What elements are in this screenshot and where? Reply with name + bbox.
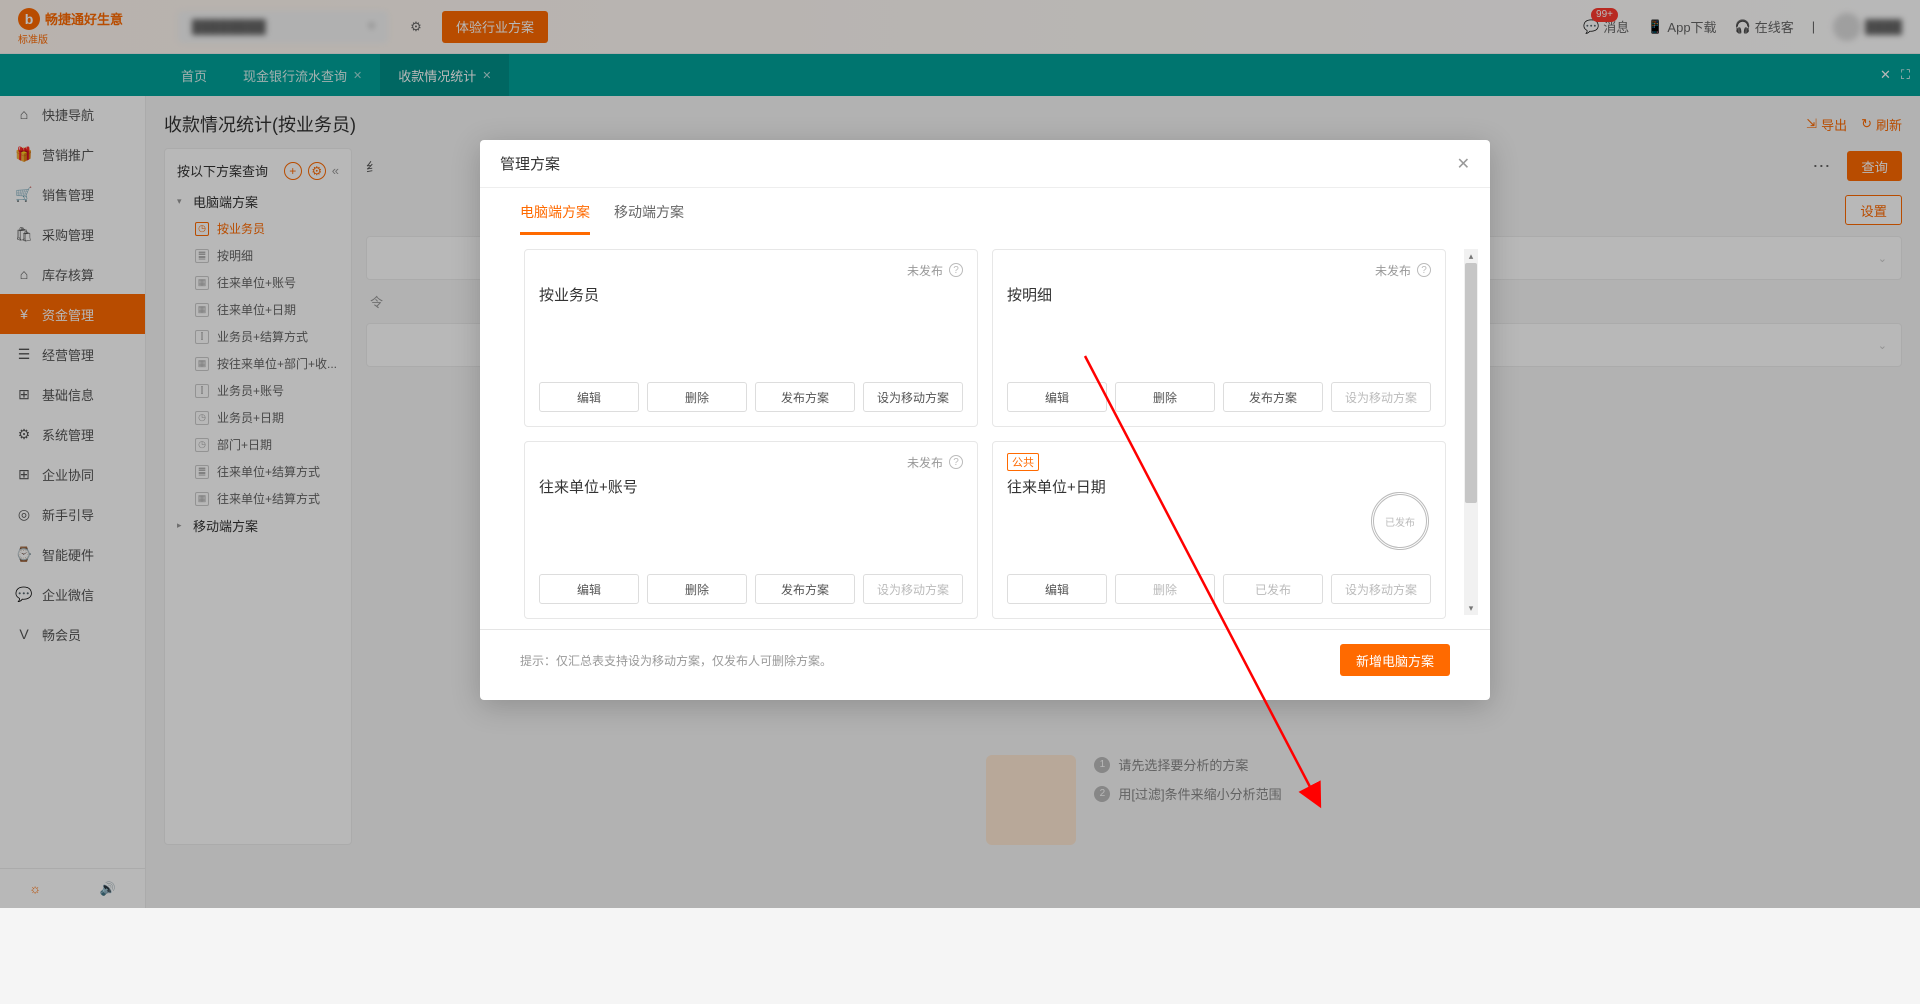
delete-button: 删除 (1115, 574, 1215, 604)
set-mobile-button: 设为移动方案 (1331, 382, 1431, 412)
scheme-card-title: 按明细 (1007, 284, 1431, 305)
info-icon[interactable]: ? (1417, 263, 1431, 277)
publish-button[interactable]: 发布方案 (1223, 382, 1323, 412)
status-unpublished: 未发布 (907, 454, 943, 471)
publish-button[interactable]: 发布方案 (755, 382, 855, 412)
scheme-card-title: 按业务员 (539, 284, 963, 305)
set-mobile-button: 设为移动方案 (863, 574, 963, 604)
scroll-thumb[interactable] (1465, 263, 1477, 503)
modal-tab-pc[interactable]: 电脑端方案 (520, 202, 590, 235)
scrollbar[interactable]: ▴ ▾ (1464, 249, 1478, 615)
modal-close-button[interactable]: ✕ (1457, 154, 1470, 174)
edit-button[interactable]: 编辑 (539, 382, 639, 412)
scheme-card: 未发布? 按业务员 编辑 删除 发布方案 设为移动方案 (524, 249, 978, 427)
scroll-down-icon[interactable]: ▾ (1464, 601, 1478, 615)
scheme-card-title: 往来单位+账号 (539, 476, 963, 497)
modal-title: 管理方案 (500, 153, 560, 174)
delete-button[interactable]: 删除 (1115, 382, 1215, 412)
manage-scheme-modal: 管理方案 ✕ 电脑端方案 移动端方案 未发布? 按业务员 编辑 删除 发布方案 … (480, 140, 1490, 700)
modal-hint: 提示：仅汇总表支持设为移动方案，仅发布人可删除方案。 (520, 652, 832, 669)
scheme-card: 未发布? 往来单位+账号 编辑 删除 发布方案 设为移动方案 (524, 441, 978, 619)
modal-tab-mobile[interactable]: 移动端方案 (614, 202, 684, 235)
scroll-up-icon[interactable]: ▴ (1464, 249, 1478, 263)
info-icon[interactable]: ? (949, 455, 963, 469)
publish-button[interactable]: 发布方案 (755, 574, 855, 604)
edit-button[interactable]: 编辑 (539, 574, 639, 604)
scheme-card-title: 往来单位+日期 (1007, 476, 1431, 497)
delete-button[interactable]: 删除 (647, 574, 747, 604)
scheme-card: 未发布? 按明细 编辑 删除 发布方案 设为移动方案 (992, 249, 1446, 427)
scheme-card: 公共 往来单位+日期 已发布 编辑 删除 已发布 设为移动方案 (992, 441, 1446, 619)
published-button: 已发布 (1223, 574, 1323, 604)
published-stamp-icon: 已发布 (1371, 492, 1429, 550)
edit-button[interactable]: 编辑 (1007, 574, 1107, 604)
edit-button[interactable]: 编辑 (1007, 382, 1107, 412)
set-mobile-button[interactable]: 设为移动方案 (863, 382, 963, 412)
status-unpublished: 未发布 (1375, 262, 1411, 279)
status-unpublished: 未发布 (907, 262, 943, 279)
set-mobile-button: 设为移动方案 (1331, 574, 1431, 604)
info-icon[interactable]: ? (949, 263, 963, 277)
public-tag: 公共 (1007, 453, 1039, 471)
delete-button[interactable]: 删除 (647, 382, 747, 412)
add-pc-scheme-button[interactable]: 新增电脑方案 (1340, 644, 1450, 676)
